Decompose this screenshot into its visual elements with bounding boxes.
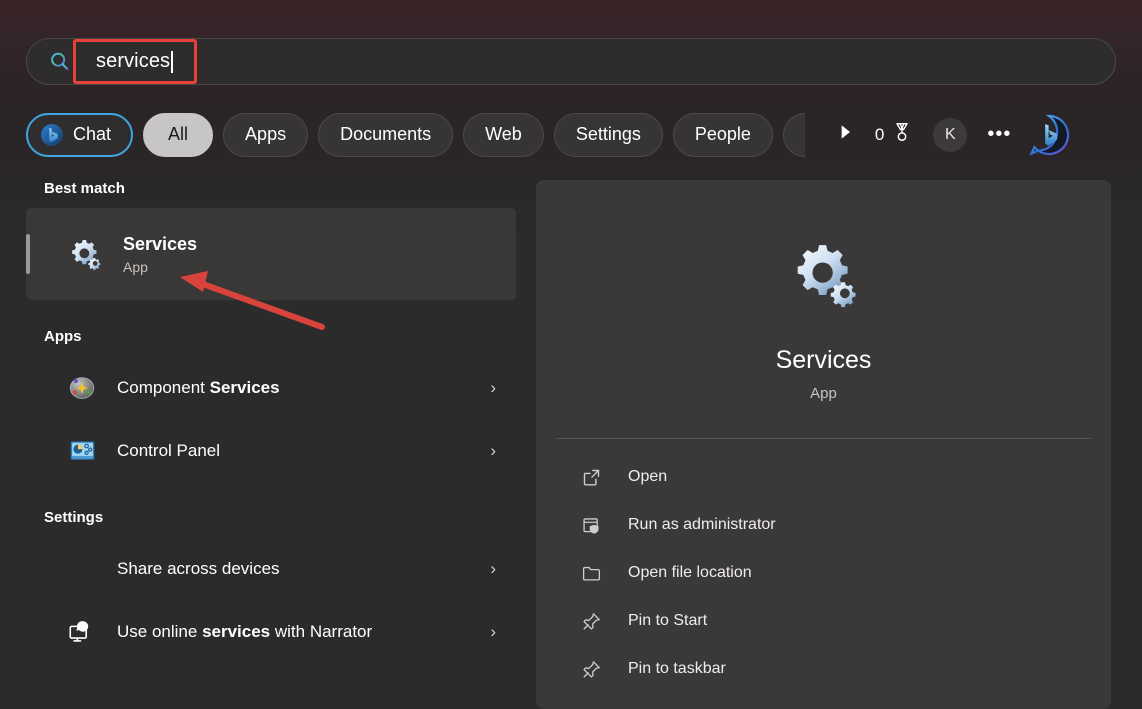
action-label: Open file location <box>628 564 752 581</box>
section-heading-settings: Settings <box>44 509 104 526</box>
result-best-match-services[interactable]: Services App <box>26 208 516 300</box>
folder-icon <box>580 562 602 584</box>
medal-icon <box>891 121 913 148</box>
result-share-across-devices[interactable]: Share across devices › <box>26 537 516 600</box>
bing-chat-launch-button[interactable] <box>1027 113 1071 157</box>
preview-title: Services <box>775 346 872 374</box>
filter-pill-bar: Chat All Apps Documents Web Settings Peo… <box>26 112 1116 157</box>
tab-chat-label: Chat <box>73 124 112 144</box>
action-pin-to-taskbar[interactable]: Pin to taskbar <box>556 645 1091 693</box>
results-list: Best match Services App Apps Component S… <box>26 180 526 709</box>
tab-documents-label: Documents <box>340 124 432 144</box>
result-label: Component Services <box>117 377 280 397</box>
scroll-right-button[interactable] <box>825 115 865 155</box>
preview-divider <box>556 438 1091 439</box>
chevron-right-icon[interactable]: › <box>490 441 496 461</box>
bing-chat-icon <box>40 123 64 147</box>
section-heading-best-match: Best match <box>44 180 125 197</box>
action-run-as-administrator[interactable]: Run as administrator <box>556 501 1091 549</box>
result-component-services[interactable]: Component Services › <box>26 356 516 419</box>
search-bar[interactable]: services <box>26 38 1116 85</box>
search-bar-container[interactable]: services <box>26 38 1116 85</box>
action-label: Pin to Start <box>628 612 708 629</box>
tab-people-label: People <box>694 124 751 144</box>
open-external-icon <box>580 466 602 488</box>
rewards-count: 0 <box>874 124 885 144</box>
component-services-icon <box>66 372 98 404</box>
tab-overflow-clipped[interactable] <box>782 112 805 157</box>
account-button[interactable]: K <box>923 115 977 155</box>
tab-chat[interactable]: Chat <box>26 112 134 157</box>
result-label: Control Panel <box>117 440 221 460</box>
preview-panel: Services App Open Run as administrator O… <box>536 180 1111 709</box>
search-icon <box>49 51 71 73</box>
action-open-file-location[interactable]: Open file location <box>556 549 1091 597</box>
action-label: Open <box>628 468 668 485</box>
text-caret <box>171 50 173 73</box>
more-options-button[interactable]: ••• <box>977 115 1021 155</box>
tab-apps-label: Apps <box>245 124 287 144</box>
chevron-right-icon[interactable]: › <box>490 378 496 398</box>
action-label: Pin to taskbar <box>628 660 726 677</box>
result-use-online-services-with-narrator[interactable]: Use online services with Narrator › <box>26 600 516 663</box>
search-query-text: services <box>96 50 171 72</box>
shield-admin-icon <box>580 514 602 536</box>
best-match-text: Services App <box>123 233 197 275</box>
result-control-panel[interactable]: Control Panel › <box>26 419 516 482</box>
tab-settings-label: Settings <box>575 124 641 144</box>
result-label: Use online services with Narrator <box>117 621 373 641</box>
search-input[interactable]: services <box>71 39 1115 84</box>
rewards-button[interactable]: 0 <box>865 115 923 155</box>
tab-people[interactable]: People <box>672 112 773 157</box>
action-pin-to-start[interactable]: Pin to Start <box>556 597 1091 645</box>
best-match-title: Services <box>123 234 198 254</box>
action-open[interactable]: Open <box>556 453 1091 501</box>
selection-indicator <box>26 234 30 274</box>
preview-subtitle: App <box>810 385 837 402</box>
section-heading-apps: Apps <box>44 328 82 345</box>
tab-all-label: All <box>168 124 189 144</box>
tab-documents[interactable]: Documents <box>318 112 454 157</box>
tab-all[interactable]: All <box>143 112 214 157</box>
best-match-subtitle: App <box>123 259 148 275</box>
play-arrow-icon <box>835 122 855 147</box>
pin-icon <box>580 658 602 680</box>
toolbar-right: 0 K ••• <box>825 113 1071 157</box>
result-label: Share across devices <box>117 558 280 578</box>
tab-settings[interactable]: Settings <box>553 112 663 157</box>
preview-actions: Open Run as administrator Open file loca… <box>556 453 1091 693</box>
gears-icon <box>785 235 863 313</box>
no-icon-placeholder <box>66 553 98 585</box>
pin-icon <box>580 610 602 632</box>
tab-web-label: Web <box>485 124 522 144</box>
control-panel-icon <box>66 435 98 467</box>
tab-apps[interactable]: Apps <box>223 112 309 157</box>
chevron-right-icon[interactable]: › <box>490 559 496 579</box>
narrator-icon <box>66 616 98 648</box>
tab-web[interactable]: Web <box>463 112 544 157</box>
action-label: Run as administrator <box>628 516 776 533</box>
gears-icon <box>66 235 104 273</box>
chevron-right-icon[interactable]: › <box>490 622 496 642</box>
avatar: K <box>933 117 968 152</box>
more-dots-icon: ••• <box>987 123 1012 145</box>
